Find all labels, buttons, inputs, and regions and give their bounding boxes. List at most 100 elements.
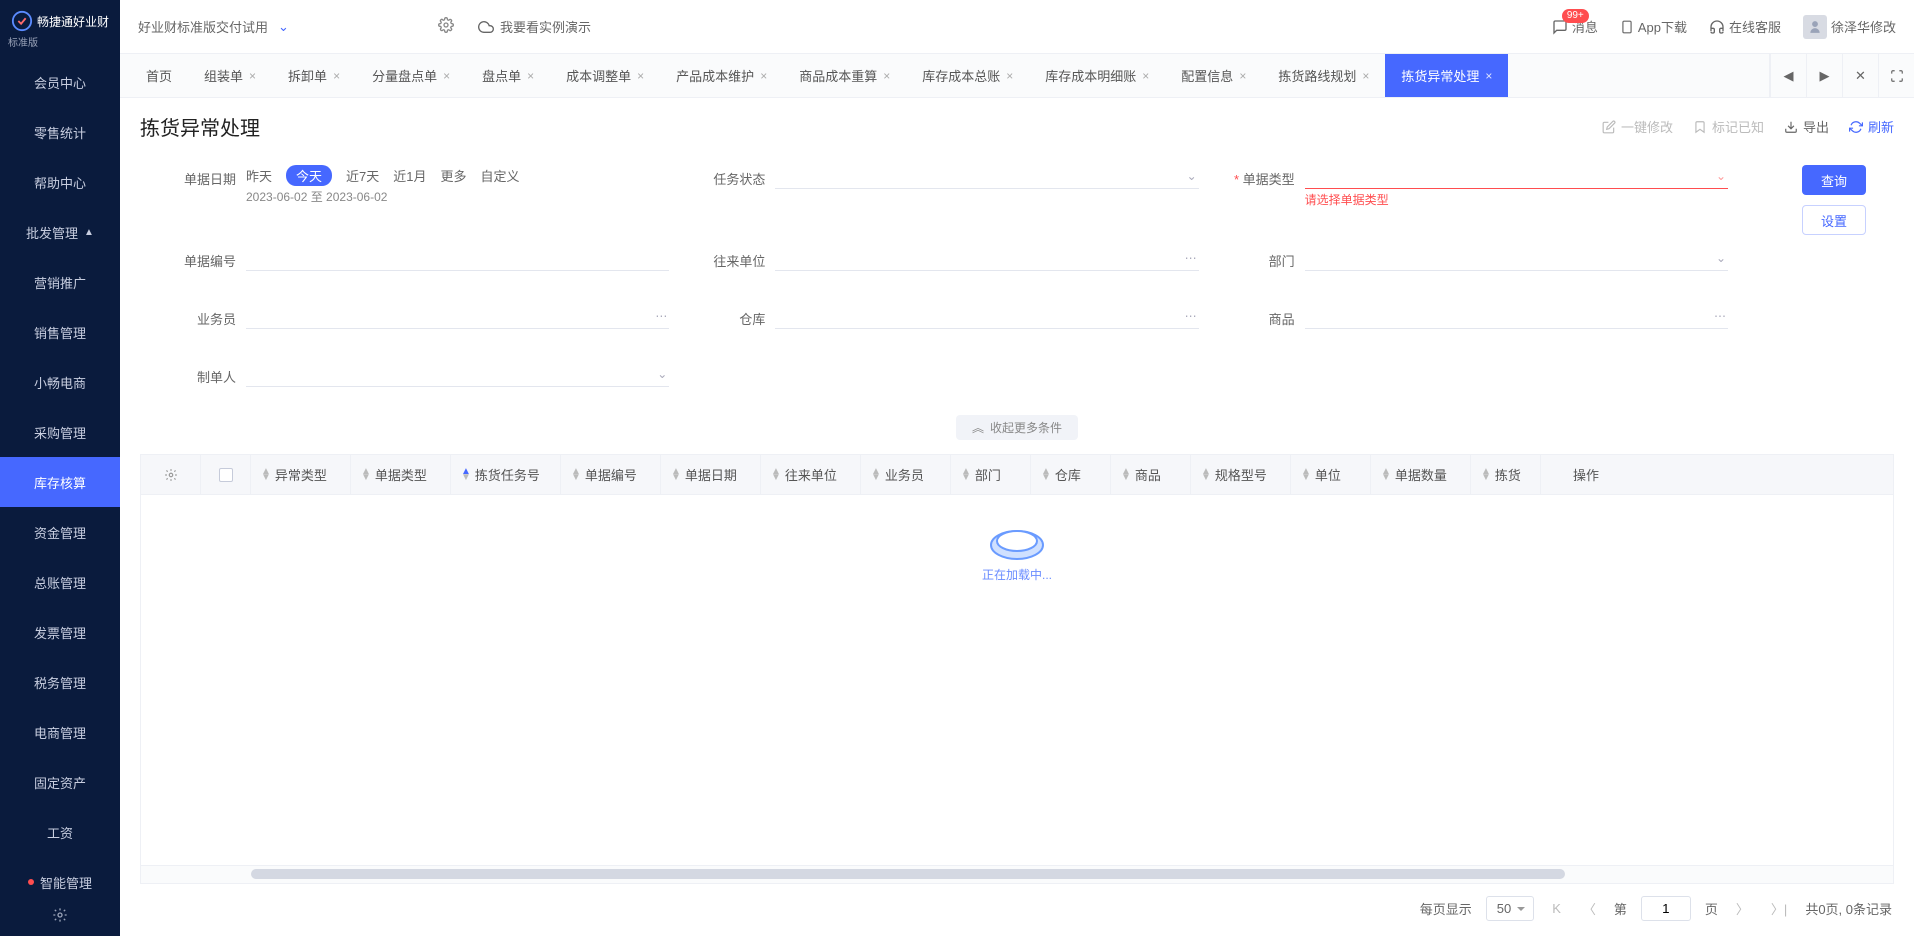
settings-button[interactable]: 设置 — [1802, 205, 1866, 235]
date-range-option[interactable]: 近1月 — [393, 166, 426, 185]
close-icon[interactable]: × — [333, 69, 340, 83]
date-range-option[interactable]: 今天 — [286, 165, 332, 186]
doc-no-input[interactable] — [246, 247, 669, 271]
close-icon[interactable]: × — [1239, 69, 1246, 83]
table-column-header[interactable]: ▲▼业务员 — [861, 455, 951, 494]
close-icon[interactable]: × — [1485, 69, 1492, 83]
last-page-button[interactable]: 〉| — [1767, 899, 1791, 918]
demo-link[interactable]: 我要看实例演示 — [478, 17, 591, 36]
app-download-button[interactable]: App下载 — [1620, 17, 1687, 36]
tab[interactable]: 库存成本总账× — [906, 54, 1029, 97]
tab-close-all-button[interactable]: ✕ — [1842, 54, 1878, 97]
sidebar-item[interactable]: 采购管理 — [0, 407, 120, 457]
refresh-button[interactable]: 刷新 — [1849, 117, 1894, 136]
sidebar-item[interactable]: 智能管理 — [0, 857, 120, 897]
select-all-checkbox[interactable] — [201, 455, 251, 494]
table-column-header[interactable]: ▲▼单据编号 — [561, 455, 661, 494]
date-range-option[interactable]: 昨天 — [246, 166, 272, 185]
sidebar-settings-icon[interactable] — [0, 897, 120, 936]
table-column-header[interactable]: ▲▼单据数量 — [1371, 455, 1471, 494]
close-icon[interactable]: × — [1142, 69, 1149, 83]
sidebar-item[interactable]: 零售统计 — [0, 107, 120, 157]
sidebar-item[interactable]: 电商管理 — [0, 707, 120, 757]
table-column-header[interactable]: ▲▼单据类型 — [351, 455, 451, 494]
tab[interactable]: 拆卸单× — [272, 54, 356, 97]
more-icon[interactable]: ⋯ — [1185, 309, 1197, 323]
close-icon[interactable]: × — [443, 69, 450, 83]
close-icon[interactable]: × — [637, 69, 644, 83]
tab[interactable]: 库存成本明细账× — [1029, 54, 1165, 97]
tab[interactable]: 分量盘点单× — [356, 54, 466, 97]
sidebar-item[interactable]: 批发管理▲ — [0, 207, 120, 257]
date-range-option[interactable]: 近7天 — [346, 166, 379, 185]
close-icon[interactable]: × — [1006, 69, 1013, 83]
chevron-down-icon[interactable]: ⌄ — [1187, 169, 1197, 183]
tab[interactable]: 拣货异常处理× — [1385, 54, 1508, 97]
page-size-select[interactable]: 50 — [1486, 896, 1534, 921]
tab[interactable]: 成本调整单× — [550, 54, 660, 97]
sidebar-item[interactable]: 帮助中心 — [0, 157, 120, 207]
chevron-down-icon[interactable]: ⌄ — [657, 367, 667, 381]
tab[interactable]: 组装单× — [188, 54, 272, 97]
environment-selector[interactable]: 好业财标准版交付试用 ⌄ — [138, 17, 398, 36]
close-icon[interactable]: × — [249, 69, 256, 83]
table-column-header[interactable]: ▲▼规格型号 — [1191, 455, 1291, 494]
close-icon[interactable]: × — [527, 69, 534, 83]
tab[interactable]: 配置信息× — [1165, 54, 1262, 97]
horizontal-scrollbar[interactable] — [141, 865, 1893, 883]
table-column-header[interactable]: ▲▼单据日期 — [661, 455, 761, 494]
date-range-option[interactable]: 自定义 — [481, 166, 520, 185]
query-button[interactable]: 查询 — [1802, 165, 1866, 195]
fullscreen-button[interactable] — [1878, 54, 1914, 97]
sidebar-item[interactable]: 发票管理 — [0, 607, 120, 657]
first-page-button[interactable]: K — [1548, 901, 1565, 916]
export-button[interactable]: 导出 — [1784, 117, 1829, 136]
dept-select[interactable] — [1305, 247, 1728, 271]
table-column-header[interactable]: ▲▼拣货 — [1471, 455, 1541, 494]
sidebar-item[interactable]: 营销推广 — [0, 257, 120, 307]
table-column-header[interactable]: ▲▼商品 — [1111, 455, 1191, 494]
mark-known-button[interactable]: 标记已知 — [1693, 117, 1764, 136]
next-page-button[interactable]: 〉 — [1732, 899, 1753, 918]
sidebar-item[interactable]: 工资 — [0, 807, 120, 857]
goods-input[interactable] — [1305, 305, 1728, 329]
sidebar-item[interactable]: 资金管理 — [0, 507, 120, 557]
table-column-header[interactable]: ▲▼异常类型 — [251, 455, 351, 494]
tab[interactable]: 商品成本重算× — [783, 54, 906, 97]
chevron-down-icon[interactable]: ⌄ — [1716, 251, 1726, 265]
tab[interactable]: 拣货路线规划× — [1262, 54, 1385, 97]
close-icon[interactable]: × — [1362, 69, 1369, 83]
batch-modify-button[interactable]: 一键修改 — [1602, 117, 1673, 136]
collapse-filters-button[interactable]: ︽ 收起更多条件 — [956, 415, 1078, 440]
tab[interactable]: 产品成本维护× — [660, 54, 783, 97]
sidebar-item[interactable]: 固定资产 — [0, 757, 120, 807]
customer-service-button[interactable]: 在线客服 — [1709, 17, 1781, 36]
sidebar-item[interactable]: 会员中心 — [0, 57, 120, 107]
close-icon[interactable]: × — [760, 69, 767, 83]
settings-icon[interactable] — [438, 17, 454, 36]
more-icon[interactable]: ⋯ — [1185, 251, 1197, 265]
table-column-header[interactable]: ▲▼拣货任务号 — [451, 455, 561, 494]
table-column-header[interactable]: ▲▼部门 — [951, 455, 1031, 494]
sidebar-item[interactable]: 销售管理 — [0, 307, 120, 357]
sidebar-item[interactable]: 小畅电商 — [0, 357, 120, 407]
date-range-option[interactable]: 更多 — [441, 166, 467, 185]
table-settings-button[interactable] — [141, 455, 201, 494]
table-column-header[interactable]: ▲▼仓库 — [1031, 455, 1111, 494]
sidebar-item[interactable]: 税务管理 — [0, 657, 120, 707]
sidebar-item[interactable]: 库存核算 — [0, 457, 120, 507]
table-column-header[interactable]: ▲▼单位 — [1291, 455, 1371, 494]
doc-type-select[interactable] — [1305, 165, 1728, 189]
prev-page-button[interactable]: 〈 — [1579, 899, 1600, 918]
table-column-header[interactable]: ▲▼往来单位 — [761, 455, 861, 494]
page-input[interactable] — [1641, 896, 1691, 921]
messages-button[interactable]: 99+ 消息 — [1552, 17, 1598, 36]
partner-input[interactable] — [775, 247, 1198, 271]
user-menu[interactable]: 徐泽华修改 — [1803, 15, 1896, 39]
tab-scroll-left-button[interactable]: ◀ — [1770, 54, 1806, 97]
warehouse-input[interactable] — [775, 305, 1198, 329]
maker-select[interactable] — [246, 363, 669, 387]
more-icon[interactable]: ⋯ — [1714, 309, 1726, 323]
sidebar-item[interactable]: 总账管理 — [0, 557, 120, 607]
chevron-down-icon[interactable]: ⌄ — [1716, 169, 1726, 183]
